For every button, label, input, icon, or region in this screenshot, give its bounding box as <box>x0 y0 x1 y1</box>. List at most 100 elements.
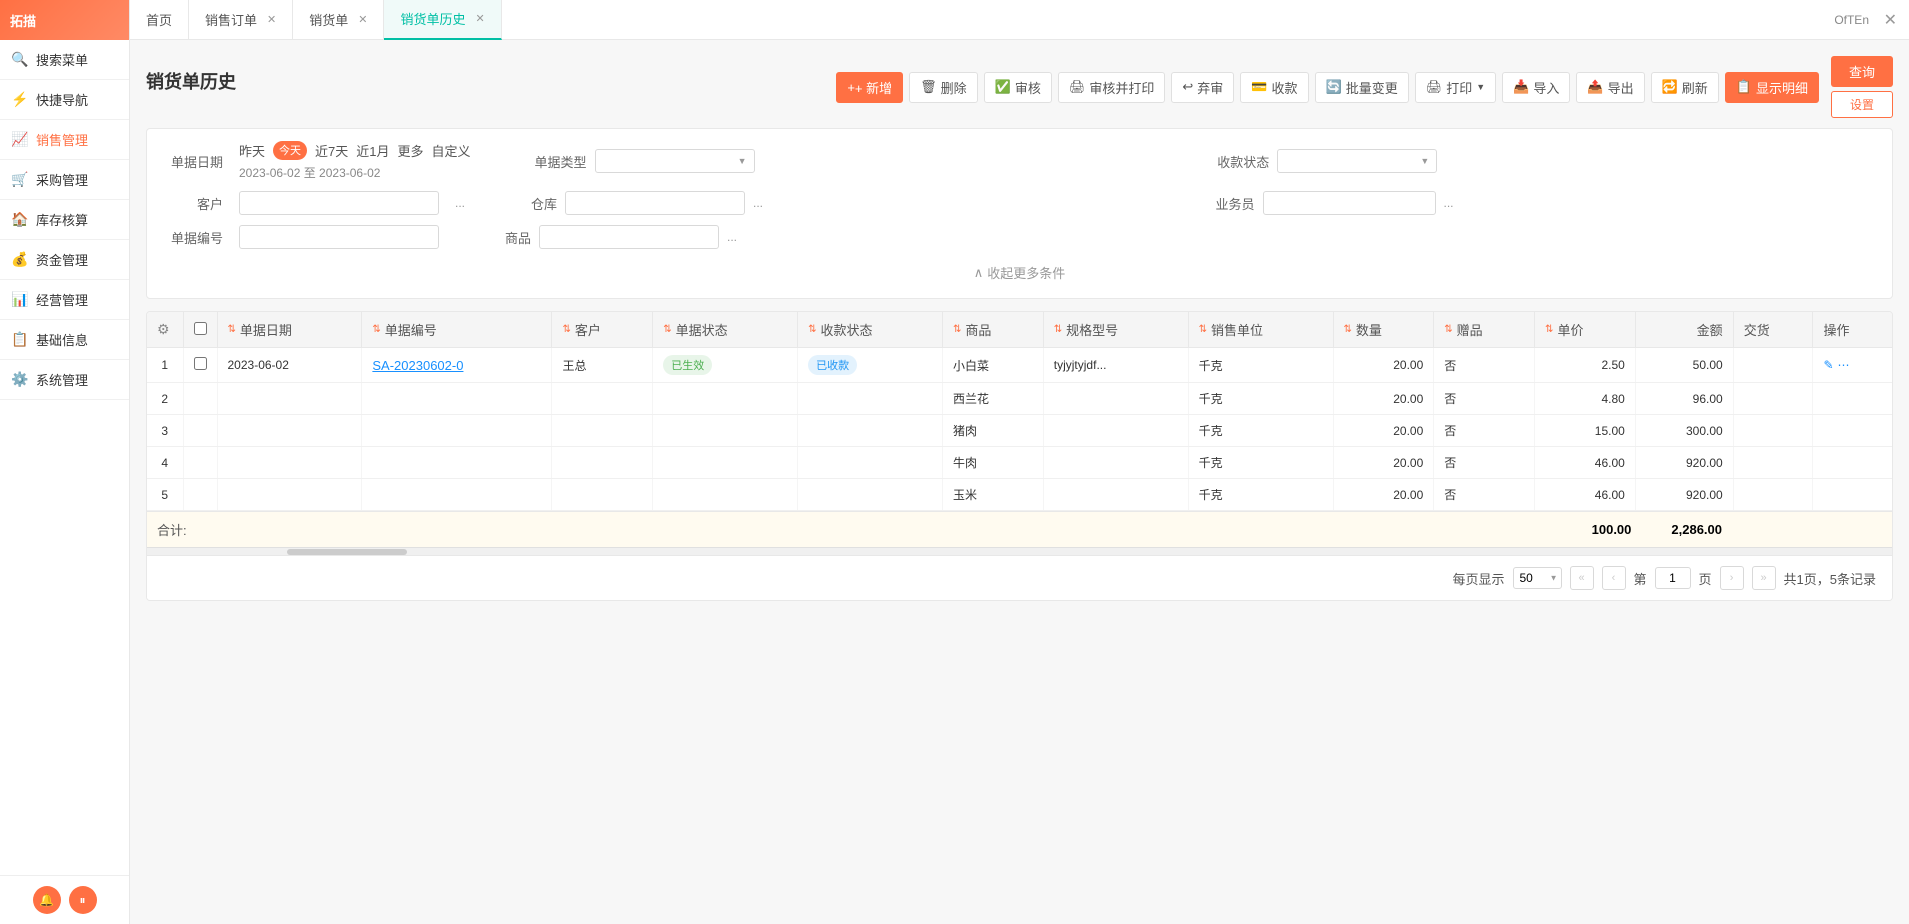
last-page-button[interactable]: » <box>1752 566 1776 590</box>
payment-status-select[interactable] <box>1277 149 1437 173</box>
sidebar-item-operations[interactable]: 📊 经营管理 <box>0 280 129 320</box>
collapse-button[interactable]: ∧ 收起更多条件 <box>163 259 1876 286</box>
warehouse-ellipsis[interactable]: ... <box>753 196 763 210</box>
salesperson-input[interactable] <box>1263 191 1436 215</box>
page-size-select[interactable]: 50 100 <box>1513 567 1562 589</box>
cell-goods-2: 西兰花 <box>943 383 1044 415</box>
sidebar-item-inventory[interactable]: 🏠 库存核算 <box>0 200 129 240</box>
batch-change-button[interactable]: 🔄 批量变更 <box>1315 72 1409 103</box>
tab-home[interactable]: 首页 <box>130 0 189 40</box>
audit-print-button[interactable]: 🖨 审核并打印 <box>1058 72 1166 103</box>
sidebar-item-quick-nav[interactable]: ⚡ 快捷导航 <box>0 80 129 120</box>
customer-ellipsis[interactable]: ... <box>455 196 465 210</box>
cell-docdate-1: 2023-06-02 <box>217 348 362 383</box>
first-page-button[interactable]: « <box>1570 566 1594 590</box>
main-table: ⚙ ⇅ 单据日期 ⇅ <box>147 312 1892 511</box>
cell-customer-1: 王总 <box>552 348 653 383</box>
pagination: 每页显示 50 100 « ‹ 第 页 › » 共1页，5条记录 <box>147 555 1892 600</box>
next-page-button[interactable]: › <box>1720 566 1744 590</box>
sidebar-item-sys-mgmt[interactable]: ⚙️ 系统管理 <box>0 360 129 400</box>
cell-paymentstatus-2 <box>798 383 943 415</box>
sidebar-logo: 拓描 <box>0 0 129 40</box>
collect-button[interactable]: 💳 收款 <box>1240 72 1308 103</box>
tab-close-sales-delivery[interactable]: ✕ <box>358 13 367 26</box>
show-detail-button[interactable]: 📋 显示明细 <box>1725 72 1819 103</box>
column-settings-icon[interactable]: ⚙ <box>157 321 170 337</box>
cell-docno-3 <box>362 415 552 447</box>
cell-checkbox-3 <box>183 415 217 447</box>
th-payment-status: ⇅ 收款状态 <box>798 312 943 348</box>
tab-sales-history[interactable]: 销货单历史 ✕ <box>384 0 501 40</box>
discard-button[interactable]: ↩ 弃审 <box>1171 72 1234 103</box>
cell-rownum-1: 1 <box>147 348 183 383</box>
sidebar-item-purchase-mgmt[interactable]: 🛒 采购管理 <box>0 160 129 200</box>
cell-transaction-5 <box>1733 479 1813 511</box>
refresh-icon: 🔁 <box>1662 79 1678 95</box>
tab-close-sales-order[interactable]: ✕ <box>267 13 276 26</box>
goods-input[interactable] <box>539 225 719 249</box>
cell-rownum-2: 2 <box>147 383 183 415</box>
more-button-1[interactable]: ⋯ <box>1838 358 1850 372</box>
set-button[interactable]: 设置 <box>1831 91 1893 118</box>
shortcut-today[interactable]: 今天 <box>273 141 307 160</box>
shortcut-yesterday[interactable]: 昨天 <box>239 141 265 160</box>
th-doc-no: ⇅ 单据编号 <box>362 312 552 348</box>
export-button[interactable]: 📤 导出 <box>1576 72 1644 103</box>
shortcut-more[interactable]: 更多 <box>397 141 423 160</box>
shortcut-custom[interactable]: 自定义 <box>432 141 471 160</box>
page-size-wrapper: 50 100 <box>1513 567 1562 589</box>
scrollbar-area[interactable] <box>147 547 1892 555</box>
cell-rownum-3: 3 <box>147 415 183 447</box>
sidebar-item-sales-mgmt[interactable]: 📈 销售管理 <box>0 120 129 160</box>
tab-bar-close-button[interactable]: ✕ <box>1872 10 1909 30</box>
table-row: 4 牛肉 千克 20.00 否 46.00 920.00 <box>147 447 1892 479</box>
import-button[interactable]: 📥 导入 <box>1502 72 1570 103</box>
doc-type-select[interactable] <box>595 149 755 173</box>
edit-button-1[interactable]: ✎ <box>1823 358 1833 372</box>
table-row: 1 2023-06-02 SA-20230602-0 王总 已生效 已收款 小白… <box>147 348 1892 383</box>
cell-docdate-3 <box>217 415 362 447</box>
tab-close-sales-history[interactable]: ✕ <box>476 12 485 25</box>
refresh-button[interactable]: 🔁 刷新 <box>1651 72 1719 103</box>
row-checkbox-1[interactable] <box>194 357 207 370</box>
notification-button[interactable]: 🔔 <box>33 886 61 914</box>
page-number-input[interactable] <box>1655 567 1691 589</box>
sidebar-item-search-menu[interactable]: 🔍 搜索菜单 <box>0 40 129 80</box>
toolbar: + + 新增 🗑 删除 ✅ 审核 🖨 审核并打印 ↩ 弃审 <box>836 56 1893 118</box>
cell-qty-1: 20.00 <box>1333 348 1434 383</box>
shortcut-7days[interactable]: 近7天 <box>315 141 348 160</box>
cell-transaction-4 <box>1733 447 1813 479</box>
audit-button[interactable]: ✅ 审核 <box>984 72 1052 103</box>
salesperson-ellipsis[interactable]: ... <box>1444 196 1454 210</box>
summary-total-qty: 100.00 <box>1592 522 1632 537</box>
new-button[interactable]: + + 新增 <box>836 72 903 103</box>
shortcut-1month[interactable]: 近1月 <box>356 141 389 160</box>
tab-sales-order[interactable]: 销售订单 ✕ <box>189 0 293 40</box>
customer-input[interactable] <box>239 191 439 215</box>
goods-ellipsis[interactable]: ... <box>727 230 737 244</box>
th-qty: ⇅ 数量 <box>1333 312 1434 348</box>
prev-page-button[interactable]: ‹ <box>1602 566 1626 590</box>
sidebar-item-finance[interactable]: 💰 资金管理 <box>0 240 129 280</box>
docno-input[interactable] <box>239 225 439 249</box>
print-button[interactable]: 🖨 打印 ▼ <box>1415 72 1496 103</box>
tab-sales-delivery[interactable]: 销货单 ✕ <box>293 0 384 40</box>
cell-customer-4 <box>552 447 653 479</box>
warehouse-input[interactable] <box>565 191 745 215</box>
th-transaction: 交货 <box>1733 312 1813 348</box>
select-all-checkbox[interactable] <box>194 322 207 335</box>
cell-paymentstatus-4 <box>798 447 943 479</box>
th-checkbox <box>183 312 217 348</box>
cell-unitprice-2: 4.80 <box>1535 383 1636 415</box>
delete-button[interactable]: 🗑 删除 <box>909 72 978 103</box>
filter-row-date: 单据日期 昨天 今天 近7天 近1月 更多 自定义 2023-06-02 至 2… <box>163 141 1876 181</box>
query-button[interactable]: 查询 <box>1831 56 1893 87</box>
doc-no-link-1[interactable]: SA-20230602-0 <box>372 358 463 373</box>
cell-checkbox-4 <box>183 447 217 479</box>
audit-print-icon: 🖨 <box>1069 79 1086 95</box>
often-label: OfTEn <box>1834 13 1869 27</box>
sidebar-item-basic-info[interactable]: 📋 基础信息 <box>0 320 129 360</box>
pause-button[interactable]: ⏸ <box>69 886 97 914</box>
data-table: ⚙ ⇅ 单据日期 ⇅ <box>146 311 1893 601</box>
chart-icon: 📈 <box>12 132 28 148</box>
